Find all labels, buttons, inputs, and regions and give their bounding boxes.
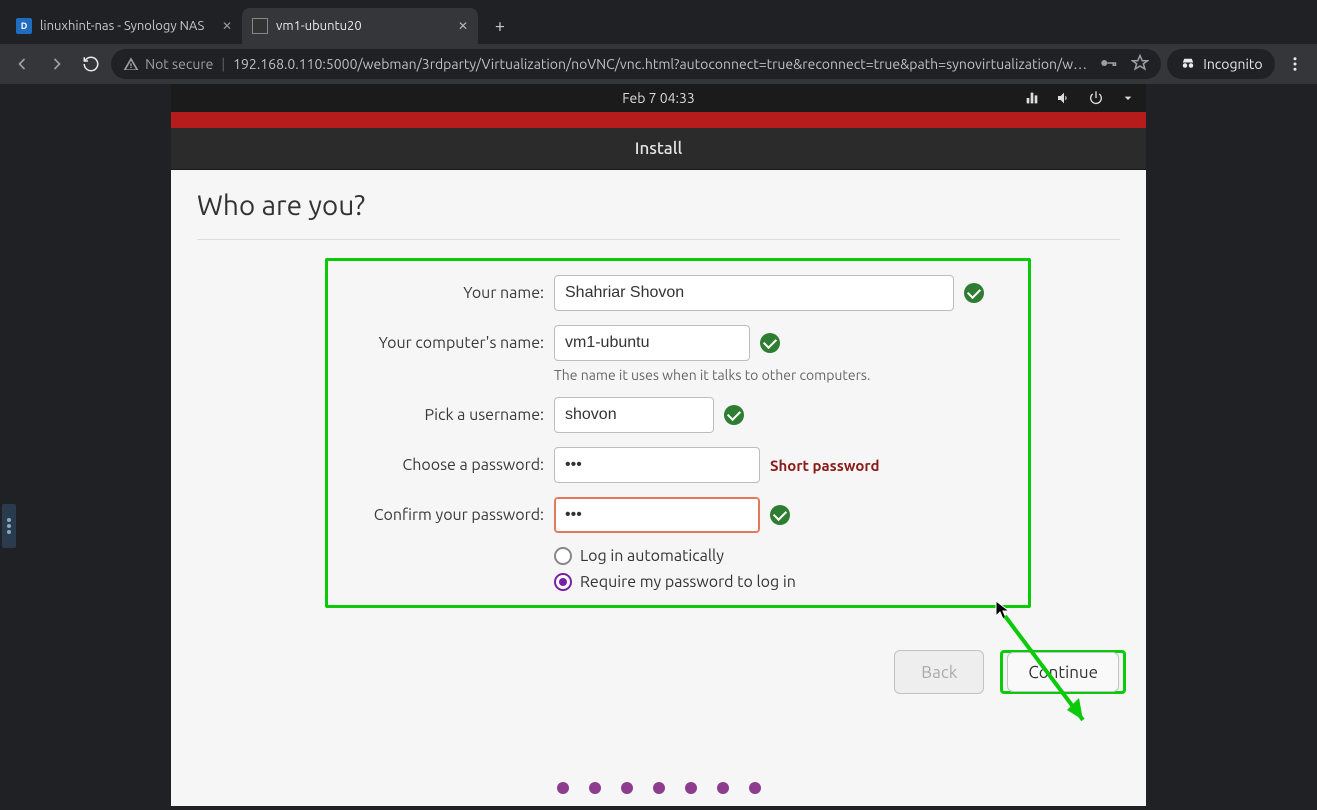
volume-icon[interactable] [1056,90,1072,106]
new-tab-button[interactable]: + [486,12,514,40]
bookmark-star-icon[interactable] [1131,54,1149,75]
radio-label: Require my password to log in [580,573,796,591]
confirm-password-input[interactable] [554,497,760,533]
computer-name-input[interactable] [554,325,750,361]
divider [197,239,1120,240]
user-form-highlight: Your name: Your computer's name: The nam… [325,258,1031,608]
incognito-indicator[interactable]: Incognito [1167,49,1274,79]
check-icon [760,333,780,353]
row-computer-name: Your computer's name: [334,325,1010,361]
row-username: Pick a username: [334,397,1010,433]
system-tray[interactable] [1024,84,1136,112]
clock[interactable]: Feb 7 04:33 [622,90,695,106]
nav-back-icon[interactable] [8,49,36,79]
label-confirm-password: Confirm your password: [334,506,544,524]
tab-close-icon[interactable]: ✕ [458,19,468,33]
row-your-name: Your name: [334,275,1010,311]
tab-title: vm1-ubuntu20 [276,19,450,33]
computer-name-hint: The name it uses when it talks to other … [554,367,1010,383]
tab-vm1-ubuntu20[interactable]: vm1-ubuntu20 ✕ [242,8,478,44]
check-icon [724,405,744,425]
label-password: Choose a password: [334,456,544,474]
radio-icon [554,573,572,591]
browser-toolbar: Not secure | 192.168.0.110:5000/webman/3… [0,44,1317,84]
favicon-dsm-icon: D [16,18,32,34]
guest-screen[interactable]: Feb 7 04:33 Install Who are you? Your na… [171,84,1146,806]
password-input[interactable] [554,447,760,483]
radio-require-password[interactable]: Require my password to log in [554,573,1010,591]
nav-forward-icon[interactable] [42,49,70,79]
incognito-label: Incognito [1203,56,1262,72]
network-icon[interactable] [1024,90,1040,106]
separator: | [221,56,225,72]
row-confirm-password: Confirm your password: [334,497,1010,533]
dot [717,782,729,794]
gnome-top-bar: Feb 7 04:33 [171,84,1146,112]
browser-menu-icon[interactable] [1281,49,1309,79]
favicon-vnc-icon [252,18,268,34]
back-button[interactable]: Back [894,650,984,694]
tab-close-icon[interactable]: ✕ [222,19,232,33]
label-computer-name: Your computer's name: [334,334,544,352]
reload-icon[interactable] [77,49,105,79]
check-icon [770,505,790,525]
label-username: Pick a username: [334,406,544,424]
row-password: Choose a password: Short password [334,447,1010,483]
dot [621,782,633,794]
annotation-arrow [999,610,1109,740]
power-icon[interactable] [1088,90,1104,106]
not-secure-label: Not secure [145,56,213,72]
dot [685,782,697,794]
password-strength-label: Short password [770,457,879,474]
tab-title: linuxhint-nas - Synology NAS [40,19,214,33]
install-progress-bar [171,112,1146,128]
check-icon [964,283,984,303]
label-your-name: Your name: [334,284,544,302]
window-title: Install [635,139,682,158]
dot [653,782,665,794]
novnc-control-handle[interactable] [2,504,16,548]
dot [749,782,761,794]
login-option-group: Log in automatically Require my password… [554,547,1010,591]
vnc-viewport: Feb 7 04:33 Install Who are you? Your na… [0,84,1317,810]
radio-label: Log in automatically [580,547,724,565]
installer-titlebar: Install [171,128,1146,170]
your-name-input[interactable] [554,275,954,311]
chevron-down-icon[interactable] [1120,90,1136,106]
dot [589,782,601,794]
url-text: 192.168.0.110:5000/webman/3rdparty/Virtu… [233,56,1091,72]
username-input[interactable] [554,397,714,433]
tab-linuxhint-nas[interactable]: D linuxhint-nas - Synology NAS ✕ [6,8,242,44]
installer-body: Who are you? Your name: Your computer's … [171,170,1146,806]
radio-icon [554,547,572,565]
not-secure-badge: Not secure [123,56,213,72]
tab-strip: D linuxhint-nas - Synology NAS ✕ vm1-ubu… [0,0,1317,44]
page-indicator [171,782,1146,794]
password-key-icon[interactable] [1099,54,1117,75]
dot [557,782,569,794]
radio-auto-login[interactable]: Log in automatically [554,547,1010,565]
page-heading: Who are you? [197,190,1120,221]
address-bar[interactable]: Not secure | 192.168.0.110:5000/webman/3… [111,49,1161,79]
